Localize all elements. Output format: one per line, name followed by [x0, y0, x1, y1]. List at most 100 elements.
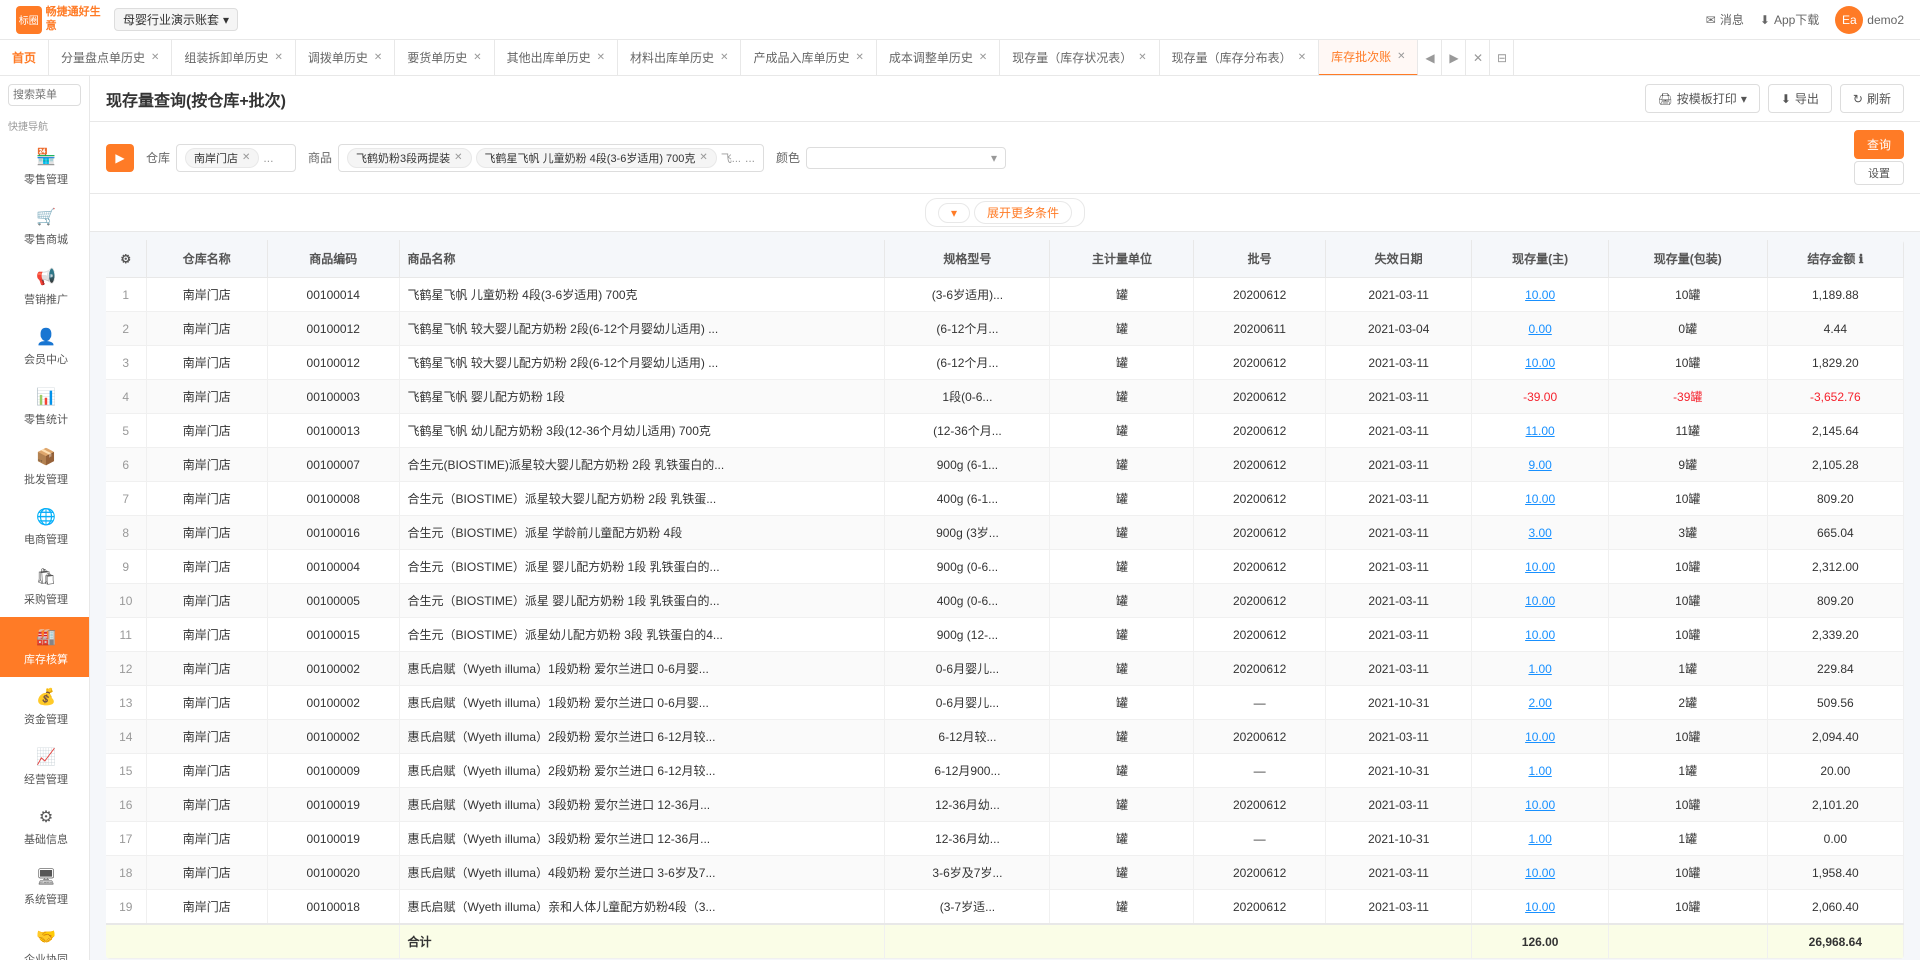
tab-nav-next[interactable]: ▶ [1442, 40, 1466, 76]
tab-product-in[interactable]: 产成品入库单历史 ✕ [741, 40, 876, 76]
sidebar-item-inventory[interactable]: 🏭 库存核算 [0, 617, 89, 677]
table-row: 8 南岸门店 00100016 合生元（BIOSTIME）派星 学龄前儿童配方奶… [106, 516, 1904, 550]
tab-close-icon[interactable]: ✕ [274, 52, 282, 63]
footer-total-balance: 26,968.64 [1767, 924, 1903, 959]
table-row: 5 南岸门店 00100013 飞鹤星飞帆 幼儿配方奶粉 3段(12-36个月幼… [106, 414, 1904, 448]
filter-expand-toggle[interactable]: ▶ [106, 144, 134, 172]
sidebar-item-purchase[interactable]: 🛍 采购管理 [0, 557, 89, 617]
sidebar-item-finance[interactable]: 💰 资金管理 [0, 677, 89, 737]
table-row: 18 南岸门店 00100020 惠氏启赋（Wyeth illuma）4段奶粉 … [106, 856, 1904, 890]
row-code: 00100003 [267, 380, 399, 414]
tab-close-icon[interactable]: ✕ [151, 52, 159, 63]
settings-btn[interactable]: 设置 [1854, 161, 1904, 185]
tab-requisition[interactable]: 要货单历史 ✕ [395, 40, 494, 76]
sidebar-item-system[interactable]: 🖥 系统管理 [0, 857, 89, 917]
row-stock1[interactable]: 10.00 [1472, 584, 1608, 618]
expand-more-btn[interactable]: ▾ 展开更多条件 [925, 198, 1085, 227]
tab-material-out[interactable]: 材料出库单历史 ✕ [618, 40, 741, 76]
row-stock1[interactable]: 10.00 [1472, 550, 1608, 584]
row-code: 00100018 [267, 890, 399, 925]
tab-split-inventory[interactable]: 分量盘点单历史 ✕ [49, 40, 172, 76]
row-unit: 罐 [1050, 550, 1194, 584]
tab-home[interactable]: 首页 [0, 40, 49, 76]
tab-inquiry[interactable]: 调拨单历史 ✕ [296, 40, 395, 76]
sidebar-item-wholesale[interactable]: 📦 批发管理 [0, 437, 89, 497]
sidebar-item-business[interactable]: 📈 经营管理 [0, 737, 89, 797]
search-input[interactable] [8, 84, 81, 106]
row-expire: 2021-03-11 [1325, 788, 1471, 822]
row-expire: 2021-03-11 [1325, 346, 1471, 380]
tab-cost-adjust[interactable]: 成本调整单历史 ✕ [877, 40, 1000, 76]
tab-close-icon[interactable]: ✕ [979, 52, 987, 63]
table-row: 10 南岸门店 00100005 合生元（BIOSTIME）派星 婴儿配方奶粉 … [106, 584, 1904, 618]
refresh-btn[interactable]: ↻ 刷新 [1840, 84, 1904, 113]
row-stock2: 10罐 [1608, 788, 1767, 822]
print-btn[interactable]: 🖨 按模板打印 ▾ [1645, 84, 1760, 113]
sidebar-item-retail-stats[interactable]: 📊 零售统计 [0, 377, 89, 437]
tab-close-icon[interactable]: ✕ [1298, 52, 1306, 63]
row-stock1[interactable]: 10.00 [1472, 346, 1608, 380]
tab-stock-dist[interactable]: 现存量（库存分布表） ✕ [1160, 40, 1319, 76]
app-download-btn[interactable]: ⬇ App下载 [1760, 11, 1819, 28]
row-stock1[interactable]: -39.00 [1472, 380, 1608, 414]
row-stock1[interactable]: 10.00 [1472, 890, 1608, 925]
row-spec: 900g (3岁... [885, 516, 1050, 550]
row-stock1[interactable]: 10.00 [1472, 278, 1608, 312]
color-input[interactable]: ▾ [806, 147, 1006, 169]
user-area[interactable]: Ea demo2 [1835, 6, 1904, 34]
warehouse-tag-close[interactable]: ✕ [242, 152, 250, 163]
message-btn[interactable]: ✉ 消息 [1706, 11, 1744, 28]
row-stock1[interactable]: 0.00 [1472, 312, 1608, 346]
row-stock1[interactable]: 10.00 [1472, 856, 1608, 890]
tab-stock-status[interactable]: 现存量（库存状况表） ✕ [1000, 40, 1159, 76]
product-input[interactable]: 飞鹤奶粉3段两提装 ✕ 飞鹤星飞帆 儿童奶粉 4段(3-6岁适用) 700克 ✕… [338, 144, 764, 172]
settings-icon[interactable]: ⚙ [120, 252, 131, 266]
row-unit: 罐 [1050, 720, 1194, 754]
row-stock1[interactable]: 3.00 [1472, 516, 1608, 550]
warehouse-input[interactable]: 南岸门店 ✕ ... [176, 144, 296, 172]
tab-close-icon[interactable]: ✕ [374, 52, 382, 63]
sidebar-item-marketing[interactable]: 📢 营销推广 [0, 257, 89, 317]
tab-disassemble[interactable]: 组装拆卸单历史 ✕ [172, 40, 295, 76]
warehouse-tag: 南岸门店 ✕ [185, 148, 259, 168]
col-settings[interactable]: ⚙ [106, 240, 146, 278]
tab-close-icon[interactable]: ✕ [1138, 52, 1146, 63]
row-stock1[interactable]: 11.00 [1472, 414, 1608, 448]
tab-other-out[interactable]: 其他出库单历史 ✕ [495, 40, 618, 76]
row-stock1[interactable]: 10.00 [1472, 720, 1608, 754]
product-tag-2-close[interactable]: ✕ [699, 152, 707, 163]
row-expire: 2021-03-11 [1325, 652, 1471, 686]
tab-close-icon[interactable]: ✕ [855, 52, 863, 63]
product-tag-1-close[interactable]: ✕ [454, 152, 462, 163]
row-stock1[interactable]: 10.00 [1472, 618, 1608, 652]
sidebar-item-retail-store[interactable]: 🛒 零售商城 [0, 197, 89, 257]
tab-close-icon[interactable]: ✕ [473, 52, 481, 63]
tab-close-all[interactable]: ✕ [1466, 40, 1490, 76]
tab-expand[interactable]: ⊟ [1490, 40, 1514, 76]
row-num: 12 [106, 652, 146, 686]
breadcrumb-select[interactable]: 母婴行业演示账套 ▾ [114, 8, 238, 31]
row-stock1[interactable]: 1.00 [1472, 652, 1608, 686]
query-btn[interactable]: 查询 [1854, 130, 1904, 159]
tab-close-icon[interactable]: ✕ [597, 52, 605, 63]
product-filter-dots[interactable]: ... [745, 151, 755, 165]
sidebar-item-basic[interactable]: ⚙ 基础信息 [0, 797, 89, 857]
row-stock1[interactable]: 10.00 [1472, 788, 1608, 822]
row-stock1[interactable]: 1.00 [1472, 822, 1608, 856]
filter-dots[interactable]: ... [263, 151, 273, 165]
row-stock1[interactable]: 9.00 [1472, 448, 1608, 482]
row-stock1[interactable]: 10.00 [1472, 482, 1608, 516]
row-stock1[interactable]: 2.00 [1472, 686, 1608, 720]
sidebar-item-corp[interactable]: 🤝 企业协同 [0, 917, 89, 960]
tab-batch-voucher[interactable]: 库存批次账 ✕ [1319, 40, 1418, 76]
sidebar-item-retail-mgmt[interactable]: 🏪 零售管理 [0, 137, 89, 197]
sidebar-item-ecommerce[interactable]: 🌐 电商管理 [0, 497, 89, 557]
tab-nav-prev[interactable]: ◀ [1418, 40, 1442, 76]
sidebar-item-member[interactable]: 👤 会员中心 [0, 317, 89, 377]
tab-close-icon[interactable]: ✕ [1397, 51, 1405, 62]
row-stock1[interactable]: 1.00 [1472, 754, 1608, 788]
tab-close-icon[interactable]: ✕ [720, 52, 728, 63]
col-stock2-header: 现存量(包装) [1608, 240, 1767, 278]
download-icon: ⬇ [1760, 13, 1770, 27]
export-btn[interactable]: ⬇ 导出 [1768, 84, 1832, 113]
